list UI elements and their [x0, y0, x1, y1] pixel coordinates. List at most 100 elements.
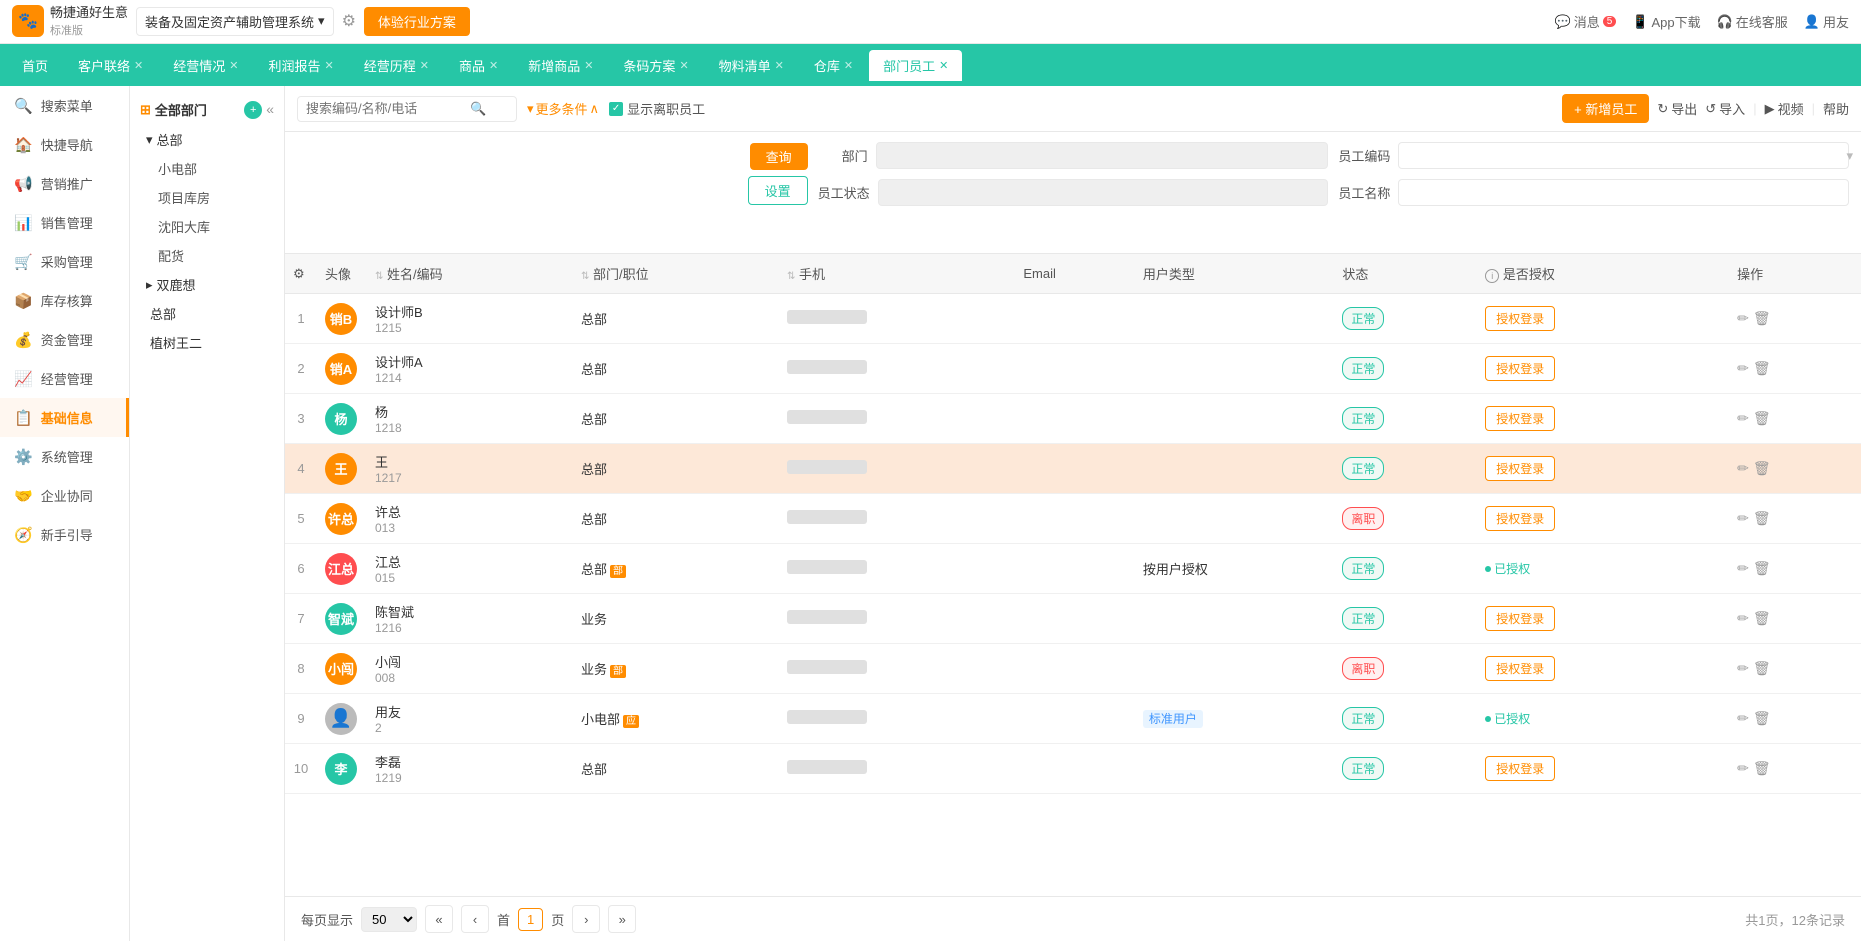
sort-icon3[interactable]: ⇅: [787, 271, 795, 282]
last-page-button[interactable]: »: [608, 905, 636, 933]
online-service-button[interactable]: 🎧 在线客服: [1717, 12, 1788, 31]
edit-button[interactable]: ✏: [1737, 560, 1749, 576]
next-page-button[interactable]: ›: [572, 905, 600, 933]
delete-button[interactable]: 🗑: [1753, 510, 1771, 526]
dept-node-zongbu2[interactable]: 总部: [138, 299, 284, 328]
dept-node-zongbu-expand[interactable]: ▾ 总部: [138, 125, 284, 154]
dept-node-xiaodibu[interactable]: 小电部: [138, 154, 284, 183]
dept-select[interactable]: [876, 142, 1329, 169]
show-resigned-toggle[interactable]: ✓ 显示离职员工: [609, 99, 705, 118]
prev-page-button[interactable]: ‹: [461, 905, 489, 933]
sort-icon2[interactable]: ⇅: [581, 271, 589, 282]
dept-node-xiangmu[interactable]: 项目库房: [138, 183, 284, 212]
delete-button[interactable]: 🗑: [1753, 760, 1771, 776]
more-filter-button[interactable]: ▾ 更多条件 ∧: [527, 99, 599, 118]
dept-node-peihuo[interactable]: 配货: [138, 241, 284, 270]
tab-warehouse[interactable]: 仓库 ✕: [800, 50, 867, 81]
import-button[interactable]: ↺ 导入: [1705, 99, 1745, 118]
auth-login-button[interactable]: 授权登录: [1485, 606, 1555, 631]
per-page-select[interactable]: 50 20 100: [361, 907, 417, 932]
tab-department-staff[interactable]: 部门员工 ✕: [869, 50, 962, 81]
close-icon[interactable]: ✕: [134, 59, 143, 72]
dept-add-button[interactable]: +: [244, 101, 262, 119]
delete-button[interactable]: 🗑: [1753, 710, 1771, 726]
dept-node-shuanglu[interactable]: ▸ 双鹿想: [138, 270, 284, 299]
info-icon[interactable]: i: [1485, 269, 1499, 283]
tab-home[interactable]: 首页: [8, 50, 62, 81]
edit-button[interactable]: ✏: [1737, 660, 1749, 676]
system-title[interactable]: 装备及固定资产辅助管理系统 ▾: [136, 7, 334, 36]
delete-button[interactable]: 🗑: [1753, 660, 1771, 676]
close-icon[interactable]: ✕: [939, 59, 948, 72]
tab-history[interactable]: 经营历程 ✕: [350, 50, 443, 81]
add-employee-button[interactable]: + 新增员工: [1562, 94, 1649, 123]
tab-bom[interactable]: 物料清单 ✕: [705, 50, 798, 81]
auth-login-button[interactable]: 授权登录: [1485, 456, 1555, 481]
export-button[interactable]: ↻ 导出: [1657, 99, 1697, 118]
tab-operation[interactable]: 经营情况 ✕: [159, 50, 252, 81]
emp-name-input[interactable]: [1398, 179, 1849, 206]
delete-button[interactable]: 🗑: [1753, 410, 1771, 426]
user-avatar[interactable]: 👤 用友: [1804, 12, 1849, 31]
auth-login-button[interactable]: 授权登录: [1485, 356, 1555, 381]
search-input-wrap[interactable]: 🔍: [297, 96, 517, 122]
sidebar-item-inventory[interactable]: 📦 库存核算: [0, 281, 129, 320]
auth-login-button[interactable]: 授权登录: [1485, 506, 1555, 531]
edit-button[interactable]: ✏: [1737, 360, 1749, 376]
auth-login-button[interactable]: 授权登录: [1485, 306, 1555, 331]
edit-button[interactable]: ✏: [1737, 710, 1749, 726]
auth-login-button[interactable]: 授权登录: [1485, 656, 1555, 681]
trial-button[interactable]: 体验行业方案: [364, 7, 470, 36]
dept-collapse-button[interactable]: «: [266, 101, 274, 119]
delete-button[interactable]: 🗑: [1753, 310, 1771, 326]
help-button[interactable]: 帮助: [1823, 99, 1849, 118]
first-page-button[interactable]: «: [425, 905, 453, 933]
sidebar-item-nav[interactable]: 🏠 快捷导航: [0, 125, 129, 164]
sidebar-item-search[interactable]: 🔍 搜索菜单: [0, 86, 129, 125]
sidebar-item-collab[interactable]: 🤝 企业协同: [0, 476, 129, 515]
close-icon[interactable]: ✕: [679, 59, 688, 72]
dept-node-shenyang[interactable]: 沈阳大库: [138, 212, 284, 241]
sidebar-item-guide[interactable]: 🧭 新手引导: [0, 515, 129, 554]
message-button[interactable]: 💬 消息 5: [1555, 12, 1617, 31]
delete-button[interactable]: 🗑: [1753, 610, 1771, 626]
sidebar-item-purchase[interactable]: 🛒 采购管理: [0, 242, 129, 281]
close-icon[interactable]: ✕: [584, 59, 593, 72]
sidebar-item-system[interactable]: ⚙️ 系统管理: [0, 437, 129, 476]
delete-button[interactable]: 🗑: [1753, 460, 1771, 476]
tab-barcode[interactable]: 条码方案 ✕: [609, 50, 702, 81]
edit-button[interactable]: ✏: [1737, 510, 1749, 526]
query-button[interactable]: 查询: [750, 143, 808, 170]
close-icon[interactable]: ✕: [844, 59, 853, 72]
auth-login-button[interactable]: 授权登录: [1485, 406, 1555, 431]
settings-icon[interactable]: ⚙: [293, 266, 305, 281]
close-icon[interactable]: ✕: [229, 59, 238, 72]
emp-status-select[interactable]: [878, 179, 1329, 206]
delete-button[interactable]: 🗑: [1753, 360, 1771, 376]
set-button[interactable]: 设置: [748, 176, 808, 205]
sidebar-item-operations[interactable]: 📈 经营管理: [0, 359, 129, 398]
tab-customer[interactable]: 客户联络 ✕: [64, 50, 157, 81]
tab-new-goods[interactable]: 新增商品 ✕: [514, 50, 607, 81]
tab-profit[interactable]: 利润报告 ✕: [254, 50, 347, 81]
search-input[interactable]: [306, 101, 466, 116]
close-icon[interactable]: ✕: [325, 59, 334, 72]
edit-button[interactable]: ✏: [1737, 460, 1749, 476]
sidebar-item-sales[interactable]: 📊 销售管理: [0, 203, 129, 242]
close-icon[interactable]: ✕: [420, 59, 429, 72]
edit-button[interactable]: ✏: [1737, 760, 1749, 776]
close-icon[interactable]: ✕: [775, 59, 784, 72]
gear-icon[interactable]: ⚙: [342, 11, 356, 31]
sort-icon[interactable]: ⇅: [375, 271, 383, 282]
dept-node-zhishu[interactable]: 植树王二: [138, 328, 284, 357]
delete-button[interactable]: 🗑: [1753, 560, 1771, 576]
edit-button[interactable]: ✏: [1737, 410, 1749, 426]
close-icon[interactable]: ✕: [489, 59, 498, 72]
auth-login-button[interactable]: 授权登录: [1485, 756, 1555, 781]
sidebar-item-marketing[interactable]: 📢 营销推广: [0, 164, 129, 203]
edit-button[interactable]: ✏: [1737, 610, 1749, 626]
edit-button[interactable]: ✏: [1737, 310, 1749, 326]
app-download-button[interactable]: 📱 App下载: [1632, 12, 1700, 31]
sidebar-item-basic-info[interactable]: 📋 基础信息: [0, 398, 129, 437]
view-button[interactable]: ▶ 视频: [1765, 99, 1804, 118]
